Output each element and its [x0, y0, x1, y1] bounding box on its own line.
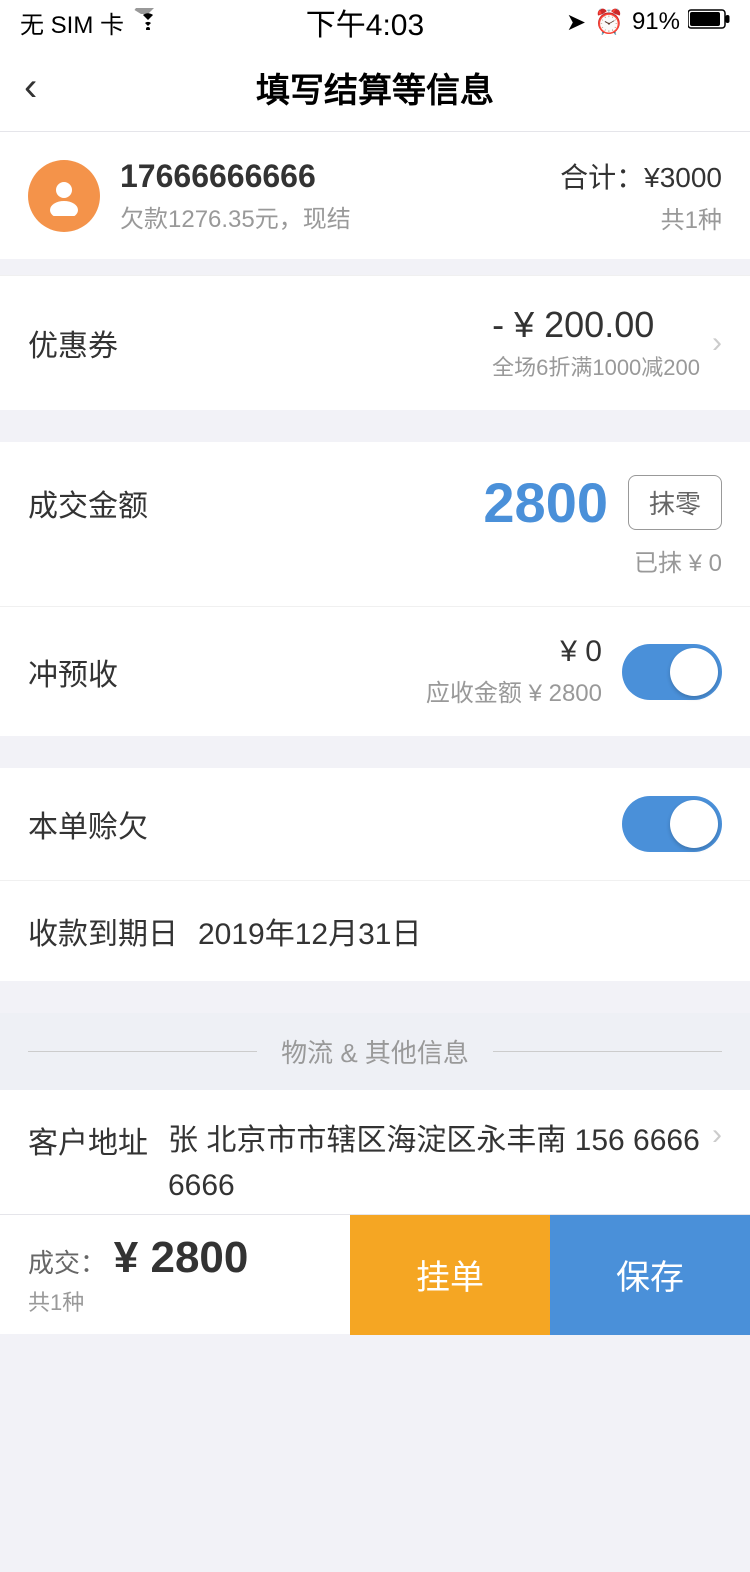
credit-section: 本单赊欠 收款到期日 2019年12月31日	[0, 768, 750, 981]
address-label: 客户地址	[28, 1118, 148, 1162]
status-time: 下午4:03	[306, 0, 424, 44]
toggle-knob	[670, 648, 718, 696]
location-icon: ➤	[566, 8, 586, 37]
prepay-sub: 应收金额 ¥ 2800	[426, 673, 602, 708]
coupon-discount: - ¥ 200.00	[492, 304, 700, 346]
bottom-bar: 成交： ¥ 2800 共1种 挂单 保存	[0, 1214, 750, 1334]
hold-button[interactable]: 挂单	[350, 1215, 550, 1335]
prepay-amount: ¥ 0	[426, 635, 602, 669]
nav-bar: ‹ 填写结算等信息	[0, 44, 750, 132]
address-value: 张 北京市市辖区海淀区永丰南 156 6666 6666	[168, 1118, 712, 1208]
sep-line-right	[493, 1051, 722, 1052]
credit-toggle-knob	[670, 800, 718, 848]
address-chevron-icon: ›	[712, 1118, 722, 1152]
bottom-deal-label: 成交：	[28, 1248, 106, 1278]
credit-label: 本单赊欠	[28, 802, 148, 846]
bottom-deal-info: 成交： ¥ 2800 共1种	[0, 1233, 350, 1317]
coupon-section: 优惠券 - ¥ 200.00 全场6折满1000减200 ›	[0, 275, 750, 410]
total-label: 合计：¥3000	[560, 156, 722, 196]
user-info-section: 17666666666 欠款1276.35元，现结 合计：¥3000 共1种	[0, 132, 750, 259]
round-zero-button[interactable]: 抹零	[628, 475, 722, 530]
logistics-separator: 物流 & 其他信息	[0, 1013, 750, 1090]
total-count: 共1种	[560, 200, 722, 235]
deal-amount-value: 2800	[483, 470, 608, 535]
coupon-row[interactable]: 优惠券 - ¥ 200.00 全场6折满1000减200 ›	[0, 275, 750, 410]
alarm-icon: ⏰	[594, 8, 624, 37]
duedate-label: 收款到期日	[28, 909, 178, 953]
sim-status: 无 SIM 卡	[20, 5, 124, 40]
bottom-count: 共1种	[28, 1285, 322, 1317]
battery-text: 91%	[632, 8, 680, 36]
save-button[interactable]: 保存	[550, 1215, 750, 1335]
deal-amount-section: 成交金额 2800 抹零 已抹 ¥ 0 冲预收 ¥ 0 应收金额 ¥ 2800	[0, 442, 750, 736]
avatar	[28, 160, 100, 232]
battery-icon	[688, 8, 730, 37]
divider-2	[0, 752, 750, 768]
coupon-desc: 全场6折满1000减200	[492, 350, 700, 382]
sep-line-left	[28, 1051, 257, 1052]
divider-3	[0, 997, 750, 1013]
back-button[interactable]: ‹	[24, 65, 37, 110]
deal-amount-label: 成交金额	[28, 481, 148, 525]
coupon-label: 优惠券	[28, 321, 118, 365]
status-right: ➤ ⏰ 91%	[566, 8, 730, 37]
prepay-toggle[interactable]	[622, 644, 722, 700]
bottom-deal-amount: ¥ 2800	[114, 1233, 249, 1282]
user-info-row: 17666666666 欠款1276.35元，现结 合计：¥3000 共1种	[0, 132, 750, 259]
page-title: 填写结算等信息	[256, 63, 494, 112]
user-sub: 欠款1276.35元，现结	[120, 199, 351, 234]
chevron-right-icon: ›	[712, 326, 722, 360]
prepay-label: 冲预收	[28, 650, 118, 694]
status-left: 无 SIM 卡	[20, 5, 164, 40]
deal-sub: 已抹 ¥ 0	[28, 543, 722, 578]
wifi-icon	[132, 8, 164, 37]
duedate-value: 2019年12月31日	[198, 909, 421, 953]
status-bar: 无 SIM 卡 下午4:03 ➤ ⏰ 91%	[0, 0, 750, 44]
logistics-label: 物流 & 其他信息	[281, 1033, 469, 1070]
divider-1	[0, 426, 750, 442]
credit-toggle[interactable]	[622, 796, 722, 852]
user-phone: 17666666666	[120, 158, 351, 195]
